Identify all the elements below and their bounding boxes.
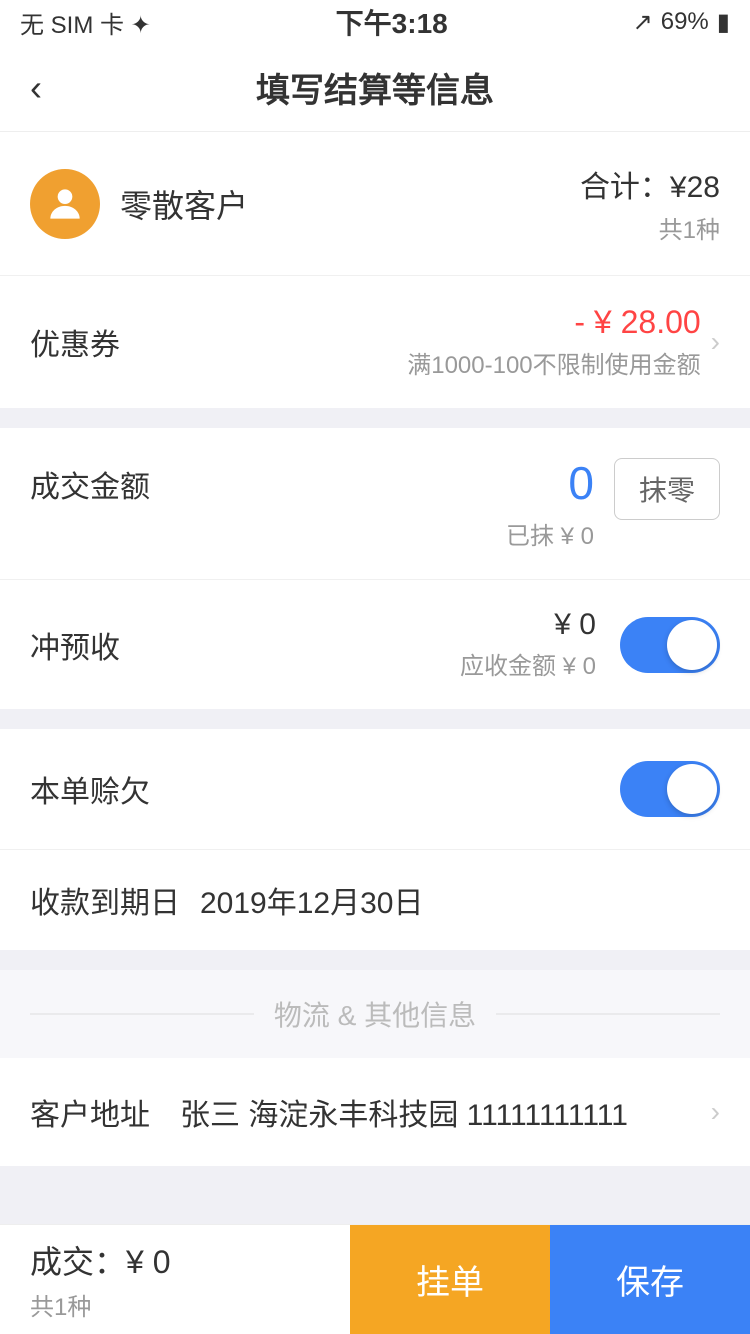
sim-status: 无 SIM 卡 ✦ [20, 5, 151, 40]
prereceive-sub: 应收金额 ¥ 0 [460, 646, 596, 681]
customer-left: 零散客户 [30, 169, 248, 239]
prereceive-label: 冲预收 [30, 623, 120, 667]
coupon-row[interactable]: 优惠券 - ¥ 28.00 满1000-100不限制使用金额 › [0, 275, 750, 408]
deal-sub: 已抹 ¥ 0 [506, 516, 594, 551]
credit-toggle[interactable] [620, 761, 720, 817]
coupon-right: - ¥ 28.00 满1000-100不限制使用金额 › [407, 304, 720, 380]
address-section: 客户地址 张三 海淀永丰科技园 11111111111 › [0, 1058, 750, 1166]
battery-icon: ▮ [717, 8, 730, 37]
back-button[interactable]: ‹ [30, 67, 42, 109]
duedate-label: 收款到期日 [30, 878, 180, 922]
logistics-title: 物流 & 其他信息 [254, 1000, 496, 1031]
credit-row: 本单赊欠 [0, 729, 750, 849]
deal-right-inner: 0 已抹 ¥ 0 [506, 456, 594, 551]
pending-button[interactable]: 挂单 [350, 1225, 550, 1334]
toggle-knob [667, 620, 717, 670]
prereceive-right: ¥ 0 应收金额 ¥ 0 [460, 608, 720, 681]
avatar [30, 169, 100, 239]
bottom-info: 成交：¥ 0 共1种 [0, 1237, 350, 1322]
customer-row: 零散客户 合计：¥28 共1种 [0, 132, 750, 275]
location-icon: ↗ [633, 8, 653, 37]
deal-right-wrap: 0 已抹 ¥ 0 抹零 [506, 456, 720, 551]
status-right: ↗ 69% ▮ [633, 8, 730, 37]
address-label: 客户地址 [30, 1090, 150, 1134]
total-count: 共1种 [580, 210, 720, 245]
credit-toggle-knob [667, 764, 717, 814]
bottom-count: 共1种 [30, 1287, 320, 1322]
prereceive-row: 冲预收 ¥ 0 应收金额 ¥ 0 [0, 579, 750, 709]
customer-section: 零散客户 合计：¥28 共1种 优惠券 - ¥ 28.00 满1000-100不… [0, 132, 750, 408]
credit-label: 本单赊欠 [30, 767, 150, 811]
nav-bar: ‹ 填写结算等信息 [0, 44, 750, 132]
prereceive-main: ¥ 0 [460, 608, 596, 642]
deal-label: 成交金额 [30, 456, 150, 506]
address-value: 张三 海淀永丰科技园 11111111111 [180, 1090, 711, 1134]
save-button[interactable]: 保存 [550, 1225, 750, 1334]
user-icon [43, 182, 87, 226]
coupon-desc: 满1000-100不限制使用金额 [407, 345, 700, 380]
coupon-discount: - ¥ 28.00 [407, 304, 700, 341]
prereceive-toggle[interactable] [620, 617, 720, 673]
bottom-buttons: 挂单 保存 [350, 1225, 750, 1334]
address-chevron-icon: › [711, 1096, 720, 1128]
address-row[interactable]: 客户地址 张三 海淀永丰科技园 11111111111 › [0, 1058, 750, 1166]
round-zero-button[interactable]: 抹零 [614, 458, 720, 520]
bottom-deal-label: 成交： [30, 1244, 126, 1280]
bottom-bar: 成交：¥ 0 共1种 挂单 保存 [0, 1224, 750, 1334]
status-time: 下午3:18 [336, 2, 448, 42]
status-left: 无 SIM 卡 ✦ [20, 5, 151, 40]
deal-section: 成交金额 0 已抹 ¥ 0 抹零 冲预收 ¥ 0 应收金额 ¥ 0 [0, 428, 750, 709]
battery-level: 69% [661, 8, 709, 36]
coupon-label: 优惠券 [30, 320, 120, 364]
customer-total: 合计：¥28 共1种 [580, 162, 720, 245]
deal-row: 成交金额 0 已抹 ¥ 0 抹零 [0, 428, 750, 579]
credit-section: 本单赊欠 收款到期日 2019年12月30日 [0, 729, 750, 950]
total-amount: 合计：¥28 [580, 162, 720, 206]
customer-name: 零散客户 [120, 181, 248, 227]
prereceive-amount: ¥ 0 应收金额 ¥ 0 [460, 608, 596, 681]
page-title: 填写结算等信息 [256, 63, 494, 112]
status-bar: 无 SIM 卡 ✦ 下午3:18 ↗ 69% ▮ [0, 0, 750, 44]
bottom-deal-value: ¥ 0 [126, 1244, 170, 1280]
deal-value[interactable]: 0 [506, 456, 594, 510]
bottom-deal: 成交：¥ 0 [30, 1237, 320, 1283]
duedate-row: 收款到期日 2019年12月30日 [0, 849, 750, 950]
chevron-right-icon: › [711, 326, 720, 358]
duedate-value: 2019年12月30日 [200, 878, 423, 922]
